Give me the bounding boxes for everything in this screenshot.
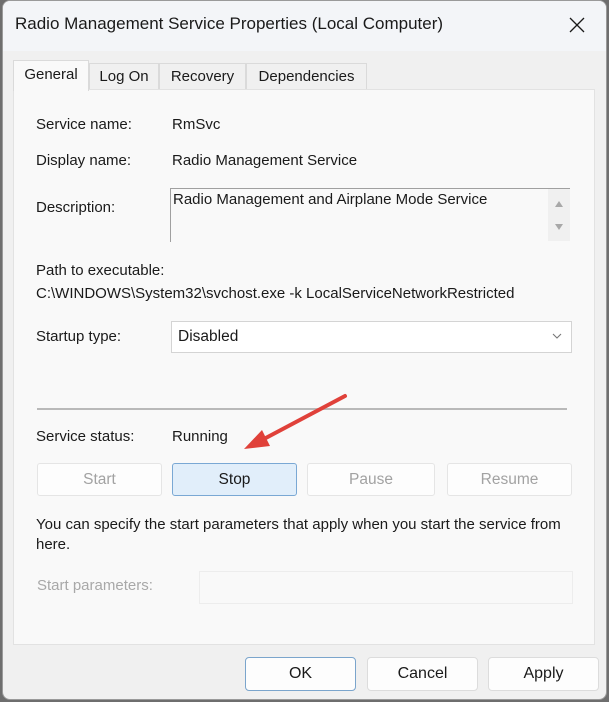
properties-dialog: Radio Management Service Properties (Loc… [2,0,607,700]
stop-button[interactable]: Stop [172,463,297,496]
window-title: Radio Management Service Properties (Loc… [15,14,444,33]
general-panel: Service name: RmSvc Display name: Radio … [13,89,595,645]
path-value: C:\WINDOWS\System32\svchost.exe -k Local… [36,285,515,302]
scroll-up-icon[interactable] [555,201,563,207]
section-divider [37,408,567,410]
description-text: Radio Management and Airplane Mode Servi… [173,191,488,208]
service-status-label: Service status: [36,428,135,445]
path-label: Path to executable: [36,262,165,279]
start-params-help-text: You can specify the start parameters tha… [36,516,561,553]
description-scrollbar[interactable] [548,189,570,241]
resume-button[interactable]: Resume [447,463,572,496]
chevron-down-icon [552,333,562,339]
display-name-label: Display name: [36,152,132,169]
tab-recovery[interactable]: Recovery [159,63,246,90]
close-button[interactable] [548,1,606,49]
tab-log-on[interactable]: Log On [89,63,159,90]
pause-button[interactable]: Pause [307,463,435,496]
ok-button[interactable]: OK [245,657,356,691]
startup-type-value: Disabled [178,328,239,345]
description-box[interactable]: Radio Management and Airplane Mode Servi… [170,188,570,242]
scroll-down-icon[interactable] [555,224,563,230]
close-icon [569,17,585,33]
tab-general[interactable]: General [13,60,89,91]
service-name-value: RmSvc [172,116,221,133]
startup-type-select[interactable]: Disabled [171,321,572,353]
startup-type-label: Startup type: [36,328,122,345]
description-label: Description: [36,199,116,216]
service-name-label: Service name: [36,116,132,133]
start-parameters-label: Start parameters: [37,577,153,594]
tab-dependencies[interactable]: Dependencies [246,63,367,90]
service-status-value: Running [172,428,228,445]
title-bar: Radio Management Service Properties (Loc… [3,1,606,51]
start-button[interactable]: Start [37,463,162,496]
cancel-button[interactable]: Cancel [367,657,478,691]
start-parameters-input[interactable] [199,571,573,604]
display-name-value: Radio Management Service [172,152,358,169]
apply-button[interactable]: Apply [488,657,599,691]
